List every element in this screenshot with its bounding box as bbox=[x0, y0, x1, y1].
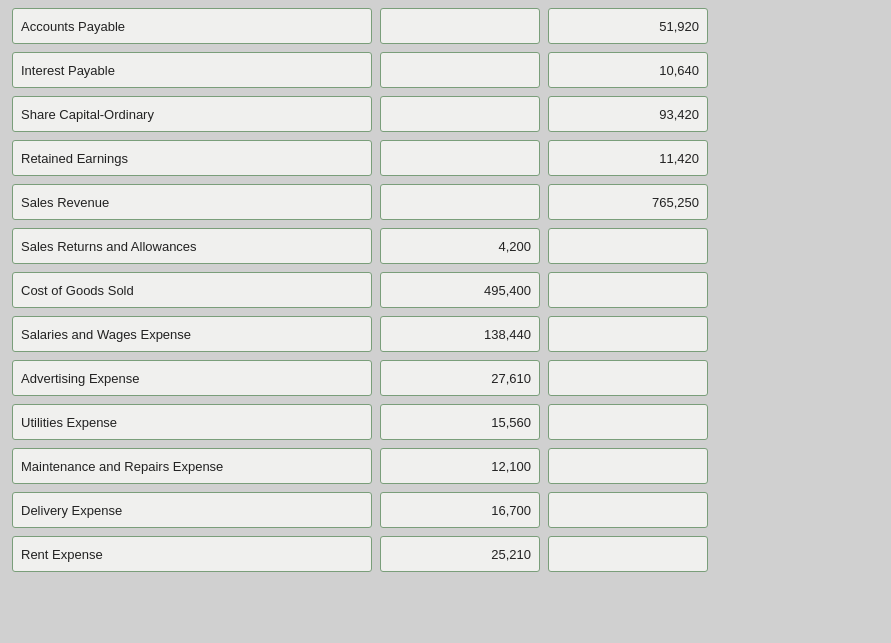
account-name-retained-earnings[interactable]: Retained Earnings bbox=[12, 140, 372, 176]
credit-share-capital[interactable]: 93,420 bbox=[548, 96, 708, 132]
debit-salaries-wages[interactable]: 138,440 bbox=[380, 316, 540, 352]
debit-retained-earnings[interactable] bbox=[380, 140, 540, 176]
account-name-advertising[interactable]: Advertising Expense bbox=[12, 360, 372, 396]
credit-rent[interactable] bbox=[548, 536, 708, 572]
table-row: Interest Payable 10,640 bbox=[12, 52, 879, 88]
debit-sales-returns[interactable]: 4,200 bbox=[380, 228, 540, 264]
credit-sales-returns[interactable] bbox=[548, 228, 708, 264]
table-row: Retained Earnings 11,420 bbox=[12, 140, 879, 176]
credit-utilities[interactable] bbox=[548, 404, 708, 440]
credit-delivery[interactable] bbox=[548, 492, 708, 528]
debit-rent[interactable]: 25,210 bbox=[380, 536, 540, 572]
credit-maintenance[interactable] bbox=[548, 448, 708, 484]
table-row: Sales Revenue 765,250 bbox=[12, 184, 879, 220]
table-row: Delivery Expense16,700 bbox=[12, 492, 879, 528]
debit-sales-revenue[interactable] bbox=[380, 184, 540, 220]
table-row: Sales Returns and Allowances4,200 bbox=[12, 228, 879, 264]
table-row: Share Capital-Ordinary 93,420 bbox=[12, 96, 879, 132]
table-row: Accounts Payable 51,920 bbox=[12, 8, 879, 44]
debit-accounts-payable[interactable] bbox=[380, 8, 540, 44]
credit-advertising[interactable] bbox=[548, 360, 708, 396]
table-row: Utilities Expense15,560 bbox=[12, 404, 879, 440]
credit-retained-earnings[interactable]: 11,420 bbox=[548, 140, 708, 176]
credit-interest-payable[interactable]: 10,640 bbox=[548, 52, 708, 88]
main-container: Accounts Payable 51,920 Interest Payable 10… bbox=[0, 0, 891, 588]
account-name-rent[interactable]: Rent Expense bbox=[12, 536, 372, 572]
debit-share-capital[interactable] bbox=[380, 96, 540, 132]
account-name-sales-returns[interactable]: Sales Returns and Allowances bbox=[12, 228, 372, 264]
credit-sales-revenue[interactable]: 765,250 bbox=[548, 184, 708, 220]
debit-cost-of-goods[interactable]: 495,400 bbox=[380, 272, 540, 308]
debit-advertising[interactable]: 27,610 bbox=[380, 360, 540, 396]
debit-delivery[interactable]: 16,700 bbox=[380, 492, 540, 528]
credit-salaries-wages[interactable] bbox=[548, 316, 708, 352]
account-name-sales-revenue[interactable]: Sales Revenue bbox=[12, 184, 372, 220]
credit-accounts-payable[interactable]: 51,920 bbox=[548, 8, 708, 44]
table-row: Salaries and Wages Expense138,440 bbox=[12, 316, 879, 352]
account-name-accounts-payable[interactable]: Accounts Payable bbox=[12, 8, 372, 44]
debit-utilities[interactable]: 15,560 bbox=[380, 404, 540, 440]
debit-interest-payable[interactable] bbox=[380, 52, 540, 88]
account-name-maintenance[interactable]: Maintenance and Repairs Expense bbox=[12, 448, 372, 484]
table-row: Advertising Expense27,610 bbox=[12, 360, 879, 396]
account-name-delivery[interactable]: Delivery Expense bbox=[12, 492, 372, 528]
account-name-interest-payable[interactable]: Interest Payable bbox=[12, 52, 372, 88]
table-row: Cost of Goods Sold495,400 bbox=[12, 272, 879, 308]
account-name-utilities[interactable]: Utilities Expense bbox=[12, 404, 372, 440]
account-name-salaries-wages[interactable]: Salaries and Wages Expense bbox=[12, 316, 372, 352]
table-row: Maintenance and Repairs Expense12,100 bbox=[12, 448, 879, 484]
credit-cost-of-goods[interactable] bbox=[548, 272, 708, 308]
table-row: Rent Expense25,210 bbox=[12, 536, 879, 572]
debit-maintenance[interactable]: 12,100 bbox=[380, 448, 540, 484]
account-name-share-capital[interactable]: Share Capital-Ordinary bbox=[12, 96, 372, 132]
account-name-cost-of-goods[interactable]: Cost of Goods Sold bbox=[12, 272, 372, 308]
